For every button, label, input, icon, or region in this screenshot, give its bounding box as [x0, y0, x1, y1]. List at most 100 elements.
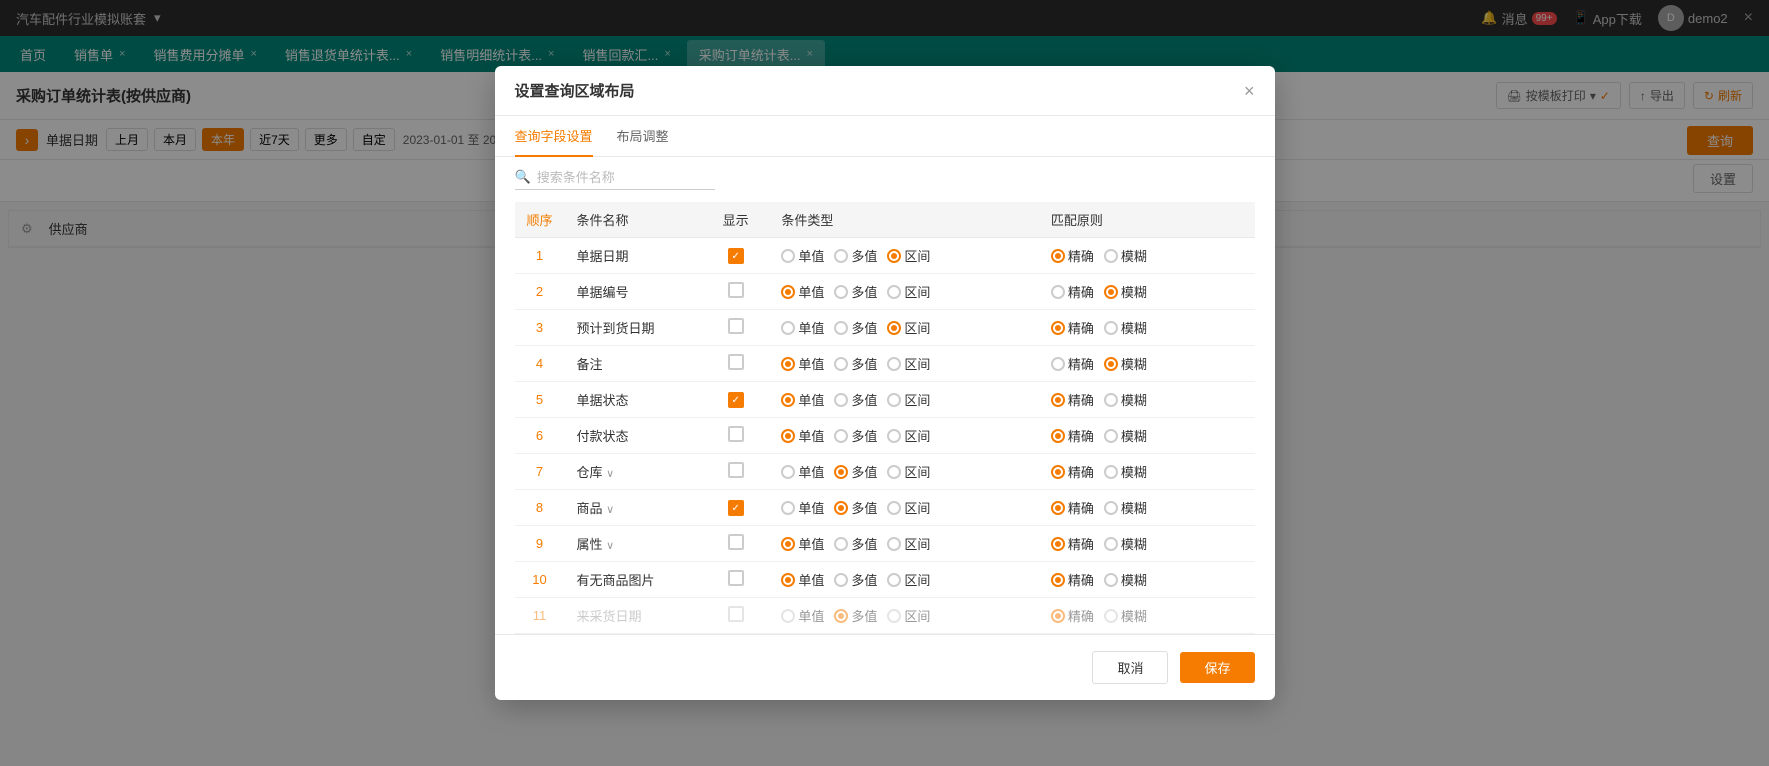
cell-name: 商品 ∨: [565, 490, 702, 526]
radio-type-single[interactable]: 单值: [781, 282, 824, 301]
radio-match-exact[interactable]: 精确: [1051, 318, 1094, 337]
cell-display[interactable]: [702, 274, 769, 310]
radio-match-fuzzy[interactable]: 模糊: [1104, 354, 1147, 373]
cell-match: 精确模糊: [1039, 382, 1255, 418]
radio-match-exact[interactable]: 精确: [1051, 426, 1094, 445]
radio-match-exact[interactable]: 精确: [1051, 390, 1094, 409]
radio-match-fuzzy[interactable]: 模糊: [1104, 282, 1147, 301]
radio-match-exact[interactable]: 精确: [1051, 246, 1094, 265]
display-checkbox[interactable]: [728, 282, 744, 298]
radio-type-multi[interactable]: 多值: [834, 390, 877, 409]
radio-type-range[interactable]: 区间: [887, 498, 930, 517]
radio-match-fuzzy[interactable]: 模糊: [1104, 570, 1147, 589]
modal-close-button[interactable]: ×: [1244, 82, 1255, 100]
radio-type-single[interactable]: 单值: [781, 318, 824, 337]
cell-display[interactable]: [702, 454, 769, 490]
radio-type-range[interactable]: 区间: [887, 318, 930, 337]
radio-type-single[interactable]: 单值: [781, 246, 824, 265]
cell-name: 单据日期: [565, 238, 702, 274]
cell-display[interactable]: [702, 526, 769, 562]
th-display: 显示: [702, 202, 769, 238]
radio-type-multi[interactable]: 多值: [834, 462, 877, 481]
cell-display[interactable]: ✓: [702, 490, 769, 526]
cell-match: 精确模糊: [1039, 526, 1255, 562]
radio-type-multi[interactable]: 多值: [834, 318, 877, 337]
cancel-button[interactable]: 取消: [1092, 651, 1168, 684]
radio-type-multi[interactable]: 多值: [834, 426, 877, 445]
radio-type-range[interactable]: 区间: [887, 354, 930, 373]
radio-type-multi[interactable]: 多值: [834, 570, 877, 589]
radio-type-single[interactable]: 单值: [781, 534, 824, 553]
cell-display[interactable]: [702, 418, 769, 454]
cell-display[interactable]: [702, 346, 769, 382]
radio-match-fuzzy[interactable]: 模糊: [1104, 426, 1147, 445]
table-row: 2单据编号单值多值区间精确模糊: [515, 274, 1255, 310]
radio-type-range[interactable]: 区间: [887, 606, 930, 625]
radio-match-fuzzy[interactable]: 模糊: [1104, 318, 1147, 337]
radio-type-range[interactable]: 区间: [887, 570, 930, 589]
cell-type: 单值多值区间: [769, 418, 1039, 454]
cell-display[interactable]: [702, 310, 769, 346]
radio-match-exact[interactable]: 精确: [1051, 282, 1094, 301]
tab-query-fields[interactable]: 查询字段设置: [515, 116, 593, 157]
cell-display[interactable]: [702, 562, 769, 598]
search-input[interactable]: [537, 170, 697, 185]
table-row: 7仓库 ∨单值多值区间精确模糊: [515, 454, 1255, 490]
display-checkbox[interactable]: [728, 426, 744, 442]
cell-type: 单值多值区间: [769, 346, 1039, 382]
radio-match-exact[interactable]: 精确: [1051, 354, 1094, 373]
radio-type-multi[interactable]: 多值: [834, 534, 877, 553]
display-checkbox[interactable]: [728, 606, 744, 622]
radio-match-fuzzy[interactable]: 模糊: [1104, 534, 1147, 553]
radio-match-fuzzy[interactable]: 模糊: [1104, 462, 1147, 481]
cell-display[interactable]: ✓: [702, 238, 769, 274]
radio-type-multi[interactable]: 多值: [834, 498, 877, 517]
display-checkbox[interactable]: ✓: [728, 500, 744, 516]
tab-layout-adjust[interactable]: 布局调整: [617, 116, 669, 157]
save-button[interactable]: 保存: [1180, 652, 1254, 683]
radio-type-multi[interactable]: 多值: [834, 246, 877, 265]
radio-type-range[interactable]: 区间: [887, 426, 930, 445]
modal-table: 顺序 条件名称 显示 条件类型 匹配原则 1单据日期✓单值多值区间精确模糊2单据…: [515, 202, 1255, 634]
radio-type-single[interactable]: 单值: [781, 570, 824, 589]
display-checkbox[interactable]: ✓: [728, 392, 744, 408]
radio-match-exact[interactable]: 精确: [1051, 606, 1094, 625]
radio-type-range[interactable]: 区间: [887, 282, 930, 301]
display-checkbox[interactable]: ✓: [728, 248, 744, 264]
radio-type-single[interactable]: 单值: [781, 606, 824, 625]
cell-order: 4: [515, 346, 565, 382]
display-checkbox[interactable]: [728, 570, 744, 586]
table-header-row: 顺序 条件名称 显示 条件类型 匹配原则: [515, 202, 1255, 238]
cell-display[interactable]: ✓: [702, 382, 769, 418]
radio-match-fuzzy[interactable]: 模糊: [1104, 498, 1147, 517]
table-row: 11来采货日期单值多值区间精确模糊: [515, 598, 1255, 634]
radio-type-range[interactable]: 区间: [887, 462, 930, 481]
cell-display[interactable]: [702, 598, 769, 634]
radio-type-single[interactable]: 单值: [781, 462, 824, 481]
cell-order: 11: [515, 598, 565, 634]
radio-type-single[interactable]: 单值: [781, 354, 824, 373]
radio-match-fuzzy[interactable]: 模糊: [1104, 390, 1147, 409]
search-icon: 🔍: [515, 169, 531, 185]
radio-type-multi[interactable]: 多值: [834, 282, 877, 301]
display-checkbox[interactable]: [728, 318, 744, 334]
radio-type-single[interactable]: 单值: [781, 498, 824, 517]
display-checkbox[interactable]: [728, 534, 744, 550]
display-checkbox[interactable]: [728, 462, 744, 478]
table-row: 1单据日期✓单值多值区间精确模糊: [515, 238, 1255, 274]
radio-match-fuzzy[interactable]: 模糊: [1104, 606, 1147, 625]
radio-type-range[interactable]: 区间: [887, 534, 930, 553]
radio-type-multi[interactable]: 多值: [834, 606, 877, 625]
radio-type-range[interactable]: 区间: [887, 246, 930, 265]
modal-header: 设置查询区域布局 ×: [495, 66, 1275, 116]
radio-match-exact[interactable]: 精确: [1051, 462, 1094, 481]
radio-type-range[interactable]: 区间: [887, 390, 930, 409]
radio-match-exact[interactable]: 精确: [1051, 498, 1094, 517]
radio-match-exact[interactable]: 精确: [1051, 570, 1094, 589]
display-checkbox[interactable]: [728, 354, 744, 370]
radio-type-single[interactable]: 单值: [781, 426, 824, 445]
radio-type-multi[interactable]: 多值: [834, 354, 877, 373]
radio-match-exact[interactable]: 精确: [1051, 534, 1094, 553]
radio-type-single[interactable]: 单值: [781, 390, 824, 409]
radio-match-fuzzy[interactable]: 模糊: [1104, 246, 1147, 265]
